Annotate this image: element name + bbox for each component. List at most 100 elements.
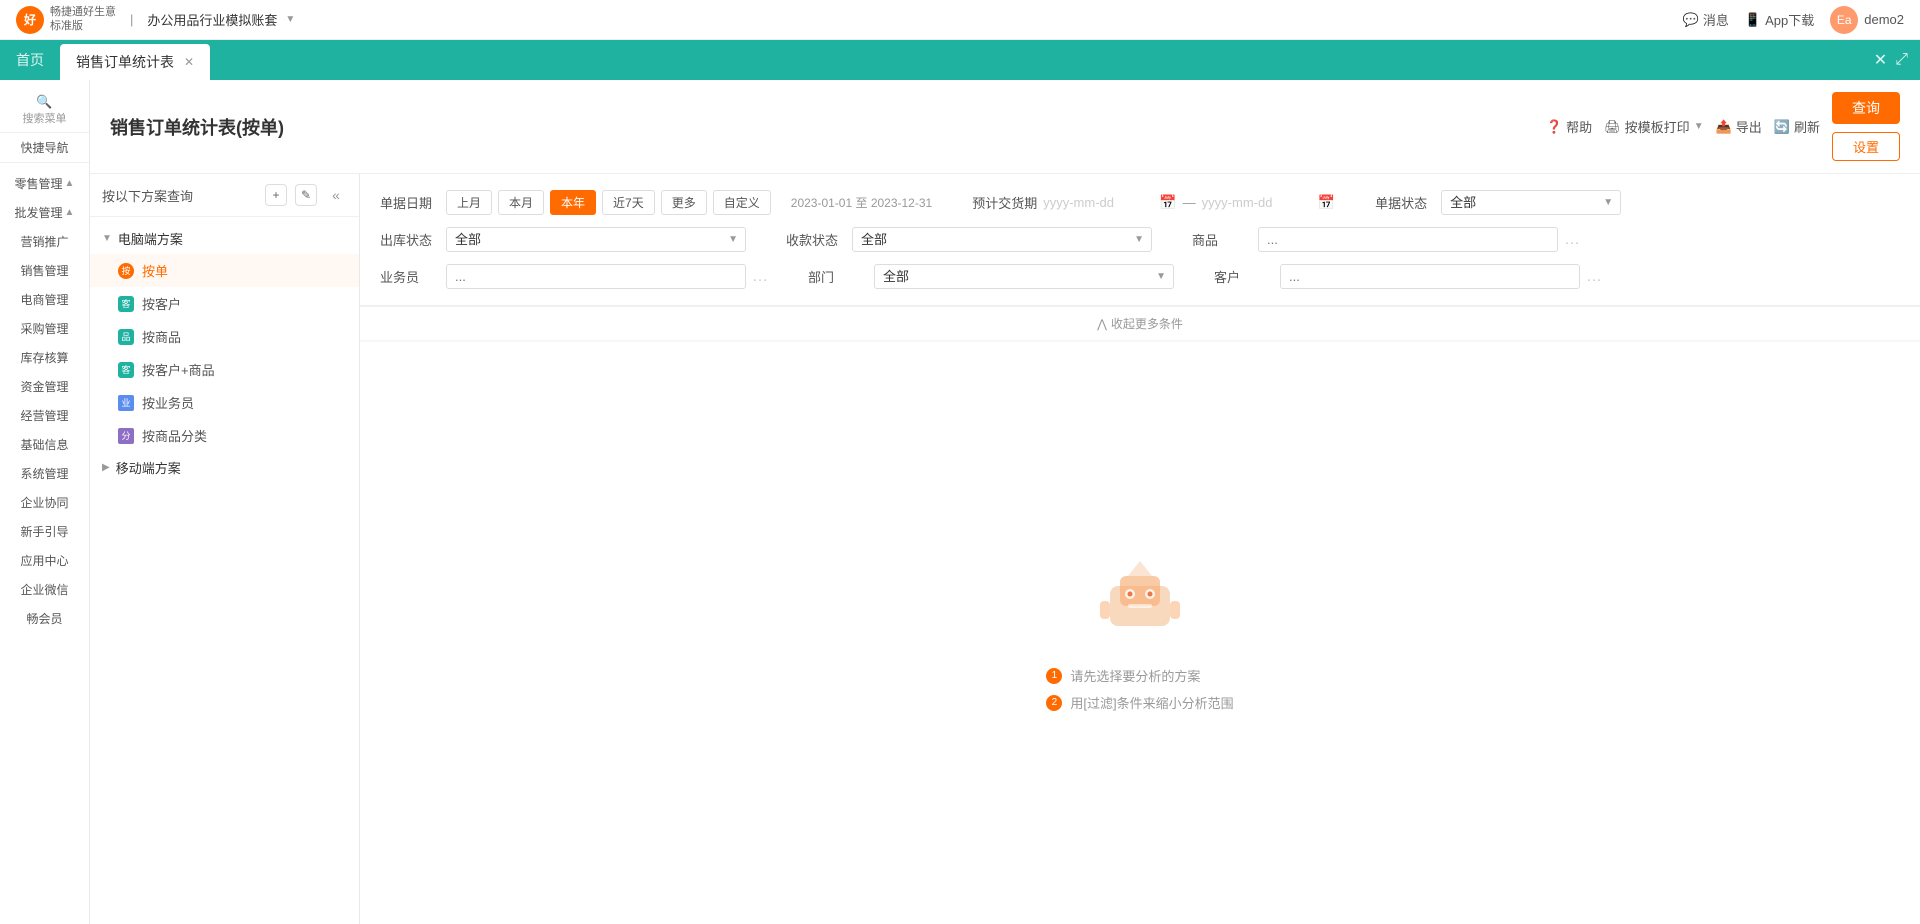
date-range-text: 2023-01-01 至 2023-12-31 xyxy=(791,194,932,211)
scheme-icon-bar: 业 xyxy=(118,395,134,411)
query-button[interactable]: 查询 xyxy=(1832,92,1900,124)
page-header: 销售订单统计表(按单) ❓ 帮助 🖨 按模板打印 ▼ 📤 导出 🔄 刷新 xyxy=(90,80,1920,174)
filter-order-status: 单据状态 全部 待审核 已审核 已完成 已取消 ▼ xyxy=(1375,190,1621,215)
sidebar-item-wechat[interactable]: 企业微信 xyxy=(11,575,79,604)
collapse-panel-button[interactable]: « xyxy=(325,184,347,206)
scheme-item-by-customer[interactable]: 客 按客户 xyxy=(90,287,359,320)
filter-expected-delivery: 预计交货期 yyyy-mm-dd 📅 — yyyy-mm-dd 📅 xyxy=(972,193,1335,212)
scheme-icon-circle: 按 xyxy=(118,263,134,279)
order-status-select[interactable]: 全部 待审核 已审核 已完成 已取消 xyxy=(1441,190,1621,215)
tab-restore-icon[interactable]: ⤢ xyxy=(1895,51,1908,69)
sidebar-item-basic[interactable]: 基础信息 xyxy=(11,430,79,459)
tab-close-icon[interactable]: ✕ xyxy=(184,55,194,69)
date-to-input[interactable]: yyyy-mm-dd xyxy=(1202,195,1312,210)
product-more-icon[interactable]: … xyxy=(1564,231,1580,249)
scheme-group-desktop-header[interactable]: ▼ 电脑端方案 xyxy=(90,223,359,254)
refresh-button[interactable]: 🔄 刷新 xyxy=(1774,117,1820,136)
department-select-wrap: 全部 ▼ xyxy=(874,264,1174,289)
scheme-icon-sq: 品 xyxy=(118,329,134,345)
scheme-item-by-order[interactable]: 按 按单 xyxy=(90,254,359,287)
filter-date: 单据日期 上月 本月 本年 近7天 更多 自定义 xyxy=(380,190,771,215)
export-button[interactable]: 📤 导出 xyxy=(1716,117,1762,136)
date-btn-this-year[interactable]: 本年 xyxy=(550,190,596,215)
sidebar-item-purchase[interactable]: 采购管理 xyxy=(11,314,79,343)
chevron-icon: ▲ xyxy=(65,178,75,189)
help-icon: ❓ xyxy=(1546,119,1562,135)
customer-more-icon[interactable]: … xyxy=(1586,268,1602,286)
right-content: 单据日期 上月 本月 本年 近7天 更多 自定义 2023-01-01 至 20… xyxy=(360,174,1920,924)
scheme-item-by-cust-prod[interactable]: 客 按客户+商品 xyxy=(90,353,359,386)
collapse-up-icon: ⋀ xyxy=(1097,317,1107,331)
scheme-group-desktop: ▼ 电脑端方案 按 按单 客 按客户 品 按商品 xyxy=(90,223,359,452)
search-icon: 🔍 xyxy=(36,94,52,109)
product-input[interactable] xyxy=(1258,227,1558,252)
avatar: Ea xyxy=(1830,6,1858,34)
date-btn-custom[interactable]: 自定义 xyxy=(713,190,771,215)
sidebar-item-wholesale[interactable]: 批发管理 ▲ xyxy=(11,198,79,227)
sidebar-item-sales[interactable]: 销售管理 xyxy=(11,256,79,285)
filter-salesperson: 业务员 … xyxy=(380,264,768,289)
top-bar-left: 好 畅捷通好生意 标准版 | 办公用品行业模拟账套 ▼ xyxy=(16,6,295,34)
payment-status-select[interactable]: 全部 xyxy=(852,227,1152,252)
scheme-item-by-product-cat[interactable]: 分 按商品分类 xyxy=(90,419,359,452)
top-bar: 好 畅捷通好生意 标准版 | 办公用品行业模拟账套 ▼ 💬 消息 📱 App下载… xyxy=(0,0,1920,40)
edit-scheme-button[interactable]: ✎ xyxy=(295,184,317,206)
top-bar-title: 办公用品行业模拟账套 xyxy=(147,10,277,29)
collapse-bar[interactable]: ⋀ 收起更多条件 xyxy=(360,306,1920,340)
sidebar-item-newbie[interactable]: 新手引导 xyxy=(11,517,79,546)
add-scheme-button[interactable]: + xyxy=(265,184,287,206)
sidebar-menu: 零售管理 ▲ 批发管理 ▲ 营销推广 销售管理 电商管理 采购管理 库存核算 xyxy=(11,163,79,639)
app-download-button[interactable]: 📱 App下载 xyxy=(1745,10,1814,29)
group-arrow-icon: ▶ xyxy=(102,462,110,473)
date-btn-last-month[interactable]: 上月 xyxy=(446,190,492,215)
calendar-from-icon[interactable]: 📅 xyxy=(1159,194,1176,211)
department-select[interactable]: 全部 xyxy=(874,264,1174,289)
sidebar-item-system[interactable]: 系统管理 xyxy=(11,459,79,488)
print-dropdown-icon[interactable]: ▼ xyxy=(1694,121,1704,132)
sidebar-item-inventory[interactable]: 库存核算 xyxy=(11,343,79,372)
download-icon: 📱 xyxy=(1745,12,1761,28)
content-area: 销售订单统计表(按单) ❓ 帮助 🖨 按模板打印 ▼ 📤 导出 🔄 刷新 xyxy=(90,80,1920,924)
top-dropdown-icon[interactable]: ▼ xyxy=(285,14,295,25)
sidebar-item-operation[interactable]: 经营管理 xyxy=(11,401,79,430)
calendar-to-icon[interactable]: 📅 xyxy=(1318,194,1335,211)
sidebar-quick-nav[interactable]: 快捷导航 xyxy=(0,133,89,163)
ship-status-select-wrap: 全部 ▼ xyxy=(446,227,746,252)
sidebar-item-ecommerce[interactable]: 电商管理 xyxy=(11,285,79,314)
sidebar-item-enterprise[interactable]: 企业协同 xyxy=(11,488,79,517)
sidebar-item-retail[interactable]: 零售管理 ▲ xyxy=(11,169,79,198)
date-btn-last-7[interactable]: 近7天 xyxy=(602,190,655,215)
user-profile[interactable]: Ea demo2 xyxy=(1830,6,1904,34)
scheme-icon-sq: 客 xyxy=(118,362,134,378)
ship-status-select[interactable]: 全部 xyxy=(446,227,746,252)
sidebar-item-member[interactable]: 畅会员 xyxy=(11,604,79,633)
query-setting-btns: 查询 设置 xyxy=(1832,92,1900,161)
sidebar-item-finance[interactable]: 资金管理 xyxy=(11,372,79,401)
date-btn-this-month[interactable]: 本月 xyxy=(498,190,544,215)
date-btn-more[interactable]: 更多 xyxy=(661,190,707,215)
scheme-item-by-salesperson[interactable]: 业 按业务员 xyxy=(90,386,359,419)
sidebar-item-appstore[interactable]: 应用中心 xyxy=(11,546,79,575)
tab-sales-order-stats[interactable]: 销售订单统计表 ✕ xyxy=(60,44,210,80)
sidebar: 🔍 搜索菜单 快捷导航 零售管理 ▲ 批发管理 ▲ 营销推广 销售管理 电商管理 xyxy=(0,80,90,924)
chevron-icon: ▲ xyxy=(65,207,75,218)
sidebar-item-marketing[interactable]: 营销推广 xyxy=(11,227,79,256)
left-panel-title: 按以下方案查询 xyxy=(102,186,257,205)
message-button[interactable]: 💬 消息 xyxy=(1683,10,1729,29)
salesperson-more-icon[interactable]: … xyxy=(752,268,768,286)
sidebar-search[interactable]: 🔍 搜索菜单 xyxy=(0,88,89,133)
order-status-label: 单据状态 xyxy=(1375,193,1435,212)
export-icon: 📤 xyxy=(1716,119,1732,135)
tab-close-window-icon[interactable]: ✕ xyxy=(1874,50,1887,70)
tab-home[interactable]: 首页 xyxy=(0,40,60,80)
setting-button[interactable]: 设置 xyxy=(1832,132,1900,161)
date-from-input[interactable]: yyyy-mm-dd xyxy=(1043,195,1153,210)
scheme-group-mobile: ▶ 移动端方案 xyxy=(90,452,359,483)
main-layout: 🔍 搜索菜单 快捷导航 零售管理 ▲ 批发管理 ▲ 营销推广 销售管理 电商管理 xyxy=(0,80,1920,924)
customer-input[interactable] xyxy=(1280,264,1580,289)
scheme-item-by-product[interactable]: 品 按商品 xyxy=(90,320,359,353)
help-button[interactable]: ❓ 帮助 xyxy=(1546,117,1592,136)
salesperson-input[interactable] xyxy=(446,264,746,289)
scheme-group-mobile-header[interactable]: ▶ 移动端方案 xyxy=(90,452,359,483)
print-button[interactable]: 🖨 按模板打印 ▼ xyxy=(1604,117,1703,136)
